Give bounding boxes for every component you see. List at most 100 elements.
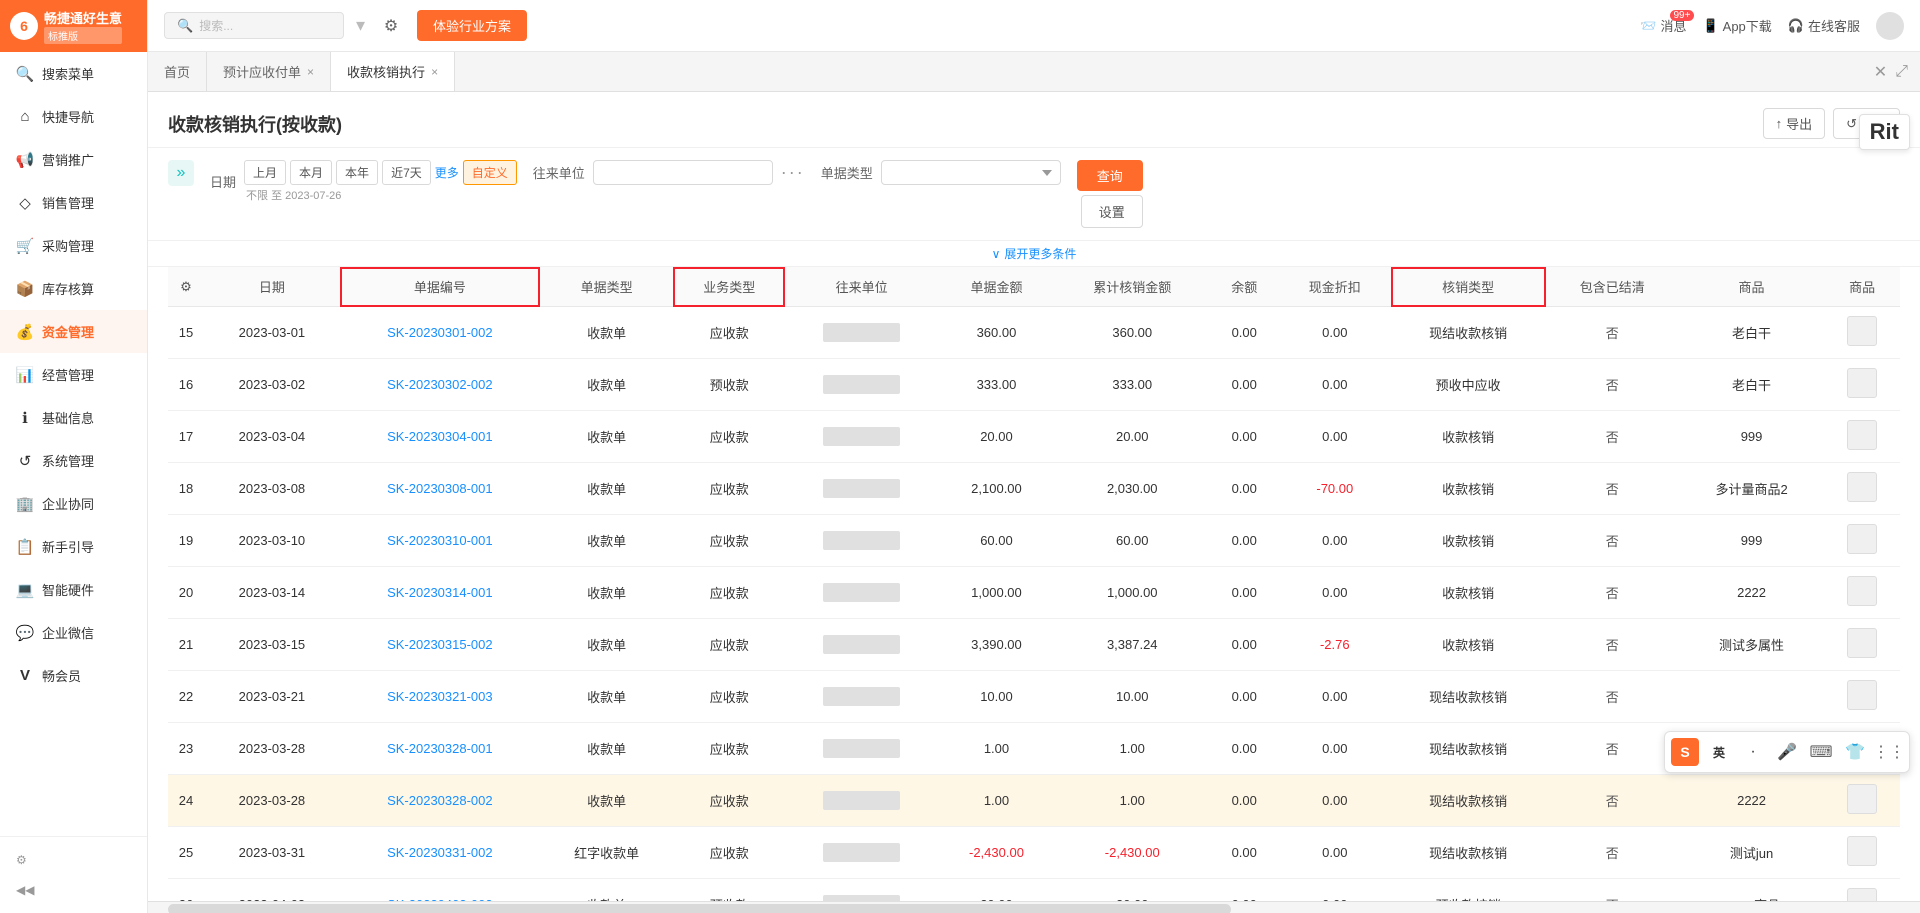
row-index: 23 bbox=[168, 723, 204, 775]
row-biz-type: 应收款 bbox=[673, 515, 785, 567]
microphone-icon[interactable]: 🎤 bbox=[1773, 738, 1801, 766]
online-service-button[interactable]: 🎧 在线客服 bbox=[1788, 16, 1860, 35]
english-input-icon[interactable]: 英 bbox=[1705, 738, 1733, 766]
date-last-month[interactable]: 上月 bbox=[244, 160, 286, 185]
sidebar-item-enterprise[interactable]: 🏢 企业协同 bbox=[0, 482, 147, 525]
date-this-month[interactable]: 本月 bbox=[290, 160, 332, 185]
filter-expand-bar[interactable]: ∨ 展开更多条件 bbox=[148, 241, 1920, 267]
sidebar-item-basic-info[interactable]: ℹ 基础信息 bbox=[0, 396, 147, 439]
quick-nav-icon: ⌂ bbox=[16, 108, 34, 126]
row-date: 2023-03-02 bbox=[204, 359, 340, 411]
voucher-link[interactable]: SK-20230331-002 bbox=[387, 845, 493, 860]
voucher-type-select[interactable]: 收款单 红字收款单 bbox=[881, 160, 1061, 185]
user-avatar[interactable] bbox=[1876, 12, 1904, 40]
voucher-link[interactable]: SK-20230314-001 bbox=[387, 585, 493, 600]
voucher-link[interactable]: SK-20230321-003 bbox=[387, 689, 493, 704]
row-index: 15 bbox=[168, 307, 204, 359]
row-verify-type: 收款核销 bbox=[1391, 567, 1546, 619]
table-row: 17 2023-03-04 SK-20230304-001 收款单 应收款 ██… bbox=[168, 411, 1900, 463]
dot-icon[interactable]: · bbox=[1739, 738, 1767, 766]
sidebar-item-search-menu[interactable]: 🔍 搜索菜单 bbox=[0, 52, 147, 95]
row-counterparty: ████ bbox=[785, 411, 938, 463]
tab-collection-label: 收款核销执行 bbox=[347, 62, 425, 81]
app-download-label: App下载 bbox=[1723, 16, 1772, 35]
sidebar-item-inventory[interactable]: 📦 库存核算 bbox=[0, 267, 147, 310]
voucher-link[interactable]: SK-20230304-001 bbox=[387, 429, 493, 444]
row-balance: 0.00 bbox=[1210, 567, 1279, 619]
dropdown-icon[interactable]: ▾ bbox=[356, 15, 365, 36]
sidebar-item-quick-nav[interactable]: ⌂ 快捷导航 bbox=[0, 95, 147, 138]
counterparty-more-icon[interactable]: ··· bbox=[781, 162, 805, 183]
sidebar-item-label: 资金管理 bbox=[42, 322, 94, 341]
filter-settings-button[interactable]: 设置 bbox=[1081, 195, 1143, 228]
date-7days[interactable]: 近7天 bbox=[382, 160, 431, 185]
sidebar-item-finance[interactable]: 💰 资金管理 bbox=[0, 310, 147, 353]
marketing-icon: 📢 bbox=[16, 151, 34, 169]
app-download-button[interactable]: 📱 App下载 bbox=[1702, 16, 1771, 35]
row-verify-amount: 1,000.00 bbox=[1055, 567, 1210, 619]
row-amount: 10.00 bbox=[938, 671, 1055, 723]
sidebar-item-label: 企业协同 bbox=[42, 494, 94, 513]
filter-collapse-button[interactable]: » bbox=[168, 160, 194, 186]
tab-collection-verify[interactable]: 收款核销执行 × bbox=[331, 52, 455, 91]
date-this-year[interactable]: 本年 bbox=[336, 160, 378, 185]
sidebar-item-system[interactable]: ↺ 系统管理 bbox=[0, 439, 147, 482]
sidebar-item-sales[interactable]: ◇ 销售管理 bbox=[0, 181, 147, 224]
sidebar-item-purchase[interactable]: 🛒 采购管理 bbox=[0, 224, 147, 267]
voucher-link[interactable]: SK-20230310-001 bbox=[387, 533, 493, 548]
row-goods: 多计量商品2 bbox=[1679, 463, 1824, 515]
row-counterparty: ████ bbox=[785, 775, 938, 827]
sidebar-item-guide[interactable]: 📋 新手引导 bbox=[0, 525, 147, 568]
th-settings[interactable]: ⚙ bbox=[168, 267, 204, 307]
row-voucher-no: SK-20230315-002 bbox=[340, 619, 540, 671]
gear-button[interactable]: ⚙ bbox=[377, 12, 405, 40]
query-button[interactable]: 查询 bbox=[1077, 160, 1143, 191]
sidebar-item-wechat[interactable]: 💬 企业微信 bbox=[0, 611, 147, 654]
row-voucher-no: SK-20230310-001 bbox=[340, 515, 540, 567]
row-goods: 测试jun bbox=[1679, 827, 1824, 879]
tab-collection-close[interactable]: × bbox=[431, 65, 438, 79]
tabbar-close-all[interactable]: ✕ bbox=[1874, 62, 1887, 82]
voucher-link[interactable]: SK-20230328-001 bbox=[387, 741, 493, 756]
solution-button[interactable]: 体验行业方案 bbox=[417, 10, 527, 41]
tab-prepay-close[interactable]: × bbox=[307, 65, 314, 79]
sidebar-item-marketing[interactable]: 📢 营销推广 bbox=[0, 138, 147, 181]
shirt-icon[interactable]: 👕 bbox=[1841, 738, 1869, 766]
notification-button[interactable]: 📨 消息 99+ bbox=[1640, 16, 1686, 35]
sougou-s-icon[interactable]: S bbox=[1671, 738, 1699, 766]
export-button[interactable]: ↑ 导出 bbox=[1763, 108, 1826, 139]
row-goods-img bbox=[1824, 879, 1900, 902]
counterparty-input[interactable] bbox=[593, 160, 773, 185]
table-container[interactable]: ⚙ 日期 单据编号 单据类型 业务类型 往来单位 单据金额 累计核销金额 余额 … bbox=[148, 267, 1920, 901]
row-verify-type: 预收中应收 bbox=[1391, 359, 1546, 411]
finance-icon: 💰 bbox=[16, 323, 34, 341]
sidebar-item-hardware[interactable]: 💻 智能硬件 bbox=[0, 568, 147, 611]
row-voucher-no: SK-20230321-003 bbox=[340, 671, 540, 723]
voucher-link[interactable]: SK-20230301-002 bbox=[387, 325, 493, 340]
table-settings-icon[interactable]: ⚙ bbox=[180, 279, 192, 294]
tab-prepay[interactable]: 预计应收付单 × bbox=[207, 52, 331, 91]
row-voucher-type: 收款单 bbox=[540, 567, 673, 619]
keyboard-icon[interactable]: ⌨ bbox=[1807, 738, 1835, 766]
sidebar-settings[interactable]: ⚙ bbox=[0, 845, 147, 875]
sidebar-item-member[interactable]: V 畅会员 bbox=[0, 654, 147, 697]
table-scrollbar[interactable] bbox=[148, 901, 1920, 913]
date-custom[interactable]: 自定义 bbox=[463, 160, 517, 185]
date-more[interactable]: 更多 bbox=[435, 164, 459, 181]
row-include-settled: 否 bbox=[1546, 619, 1679, 671]
date-range-display: 不限 至 2023-07-26 bbox=[244, 187, 517, 203]
row-voucher-no: SK-20230403-002 bbox=[340, 879, 540, 902]
rit-badge: Rit bbox=[1859, 114, 1910, 150]
voucher-link[interactable]: SK-20230315-002 bbox=[387, 637, 493, 652]
tab-home[interactable]: 首页 bbox=[148, 52, 207, 91]
sidebar-item-operation[interactable]: 📊 经营管理 bbox=[0, 353, 147, 396]
voucher-link[interactable]: SK-20230328-002 bbox=[387, 793, 493, 808]
row-balance: 0.00 bbox=[1210, 307, 1279, 359]
voucher-link[interactable]: SK-20230308-001 bbox=[387, 481, 493, 496]
tab-home-label: 首页 bbox=[164, 62, 190, 81]
tabbar-expand[interactable]: ⤢ bbox=[1895, 63, 1908, 81]
row-amount: -2,430.00 bbox=[938, 827, 1055, 879]
apps-icon[interactable]: ⋮⋮ bbox=[1875, 738, 1903, 766]
voucher-link[interactable]: SK-20230302-002 bbox=[387, 377, 493, 392]
sidebar-collapse[interactable]: ◀◀ bbox=[0, 875, 50, 905]
